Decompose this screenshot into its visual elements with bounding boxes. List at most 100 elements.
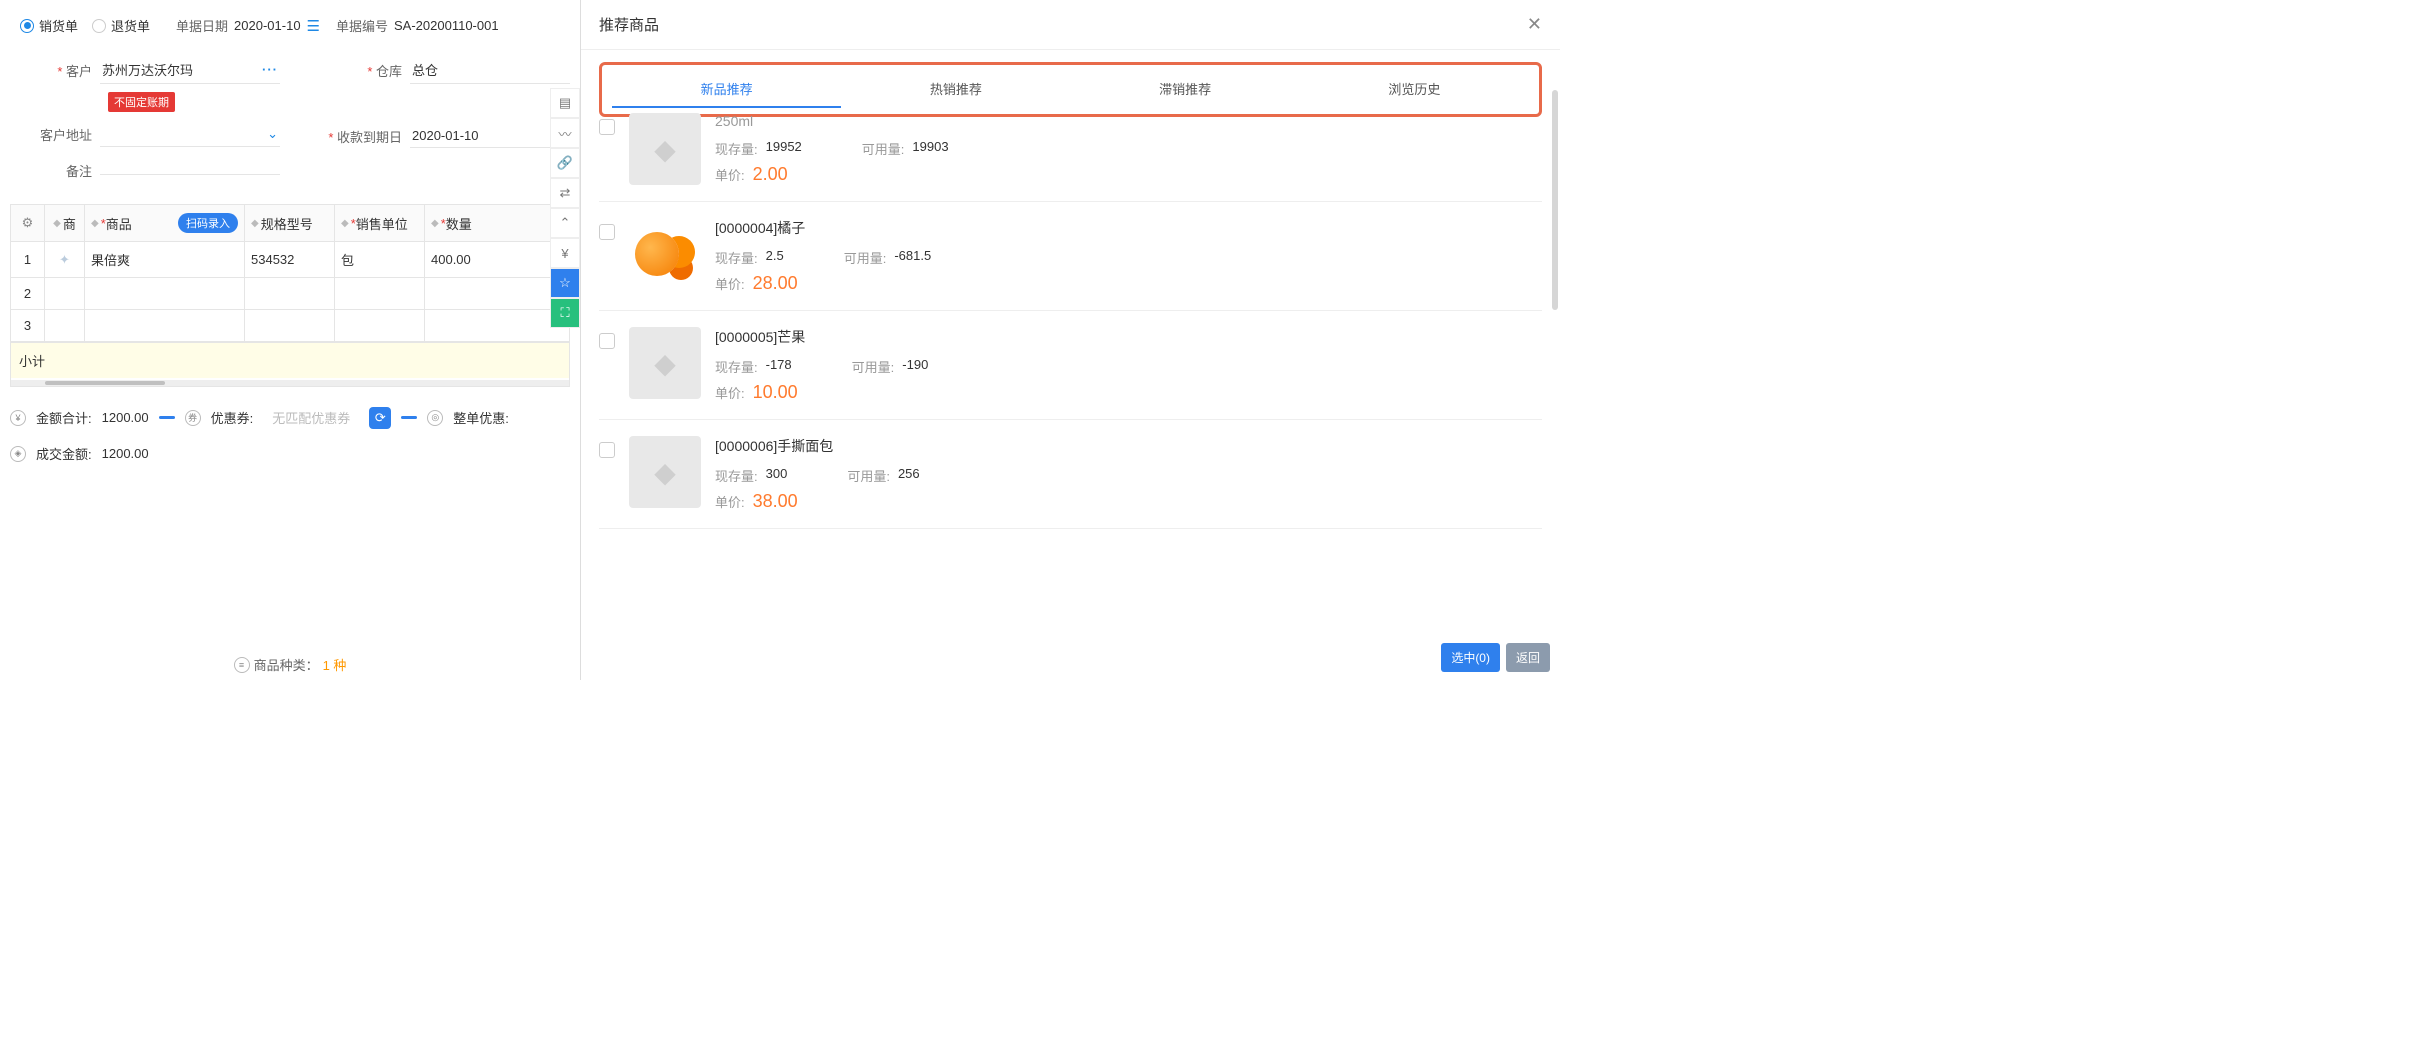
- star-icon[interactable]: ☆: [550, 268, 580, 298]
- due-date-input[interactable]: 2020-01-10: [410, 124, 570, 148]
- discount-icon: ◎: [427, 410, 443, 426]
- sort-icon[interactable]: ◆: [341, 218, 349, 229]
- sort-icon[interactable]: ◆: [91, 218, 99, 229]
- item-name: [0000005]芒果: [715, 327, 1542, 347]
- stock-value: 19952: [766, 139, 802, 158]
- tab-hot-recommend[interactable]: 热销推荐: [841, 71, 1070, 108]
- vertical-scrollbar[interactable]: [1552, 90, 1558, 310]
- item-checkbox[interactable]: [599, 442, 615, 458]
- item-name: [0000004]橘子: [715, 218, 1542, 238]
- due-date-value: 2020-01-10: [412, 128, 479, 143]
- amount-label: 金额合计:: [36, 408, 92, 427]
- radio-selected-icon: [20, 19, 34, 33]
- avail-value: -190: [902, 357, 928, 376]
- avail-label: 可用量:: [844, 248, 887, 267]
- doc-date-label: 单据日期: [176, 16, 228, 35]
- refresh-icon[interactable]: ⟳: [369, 407, 391, 429]
- tab-slow-recommend[interactable]: 滞销推荐: [1071, 71, 1300, 108]
- coupon-input[interactable]: 无匹配优惠券: [263, 403, 359, 432]
- price-value: 10.00: [753, 382, 798, 403]
- product-thumb: ◆: [629, 113, 701, 185]
- avail-value: 256: [898, 466, 920, 485]
- tab-browse-history[interactable]: 浏览历史: [1300, 71, 1529, 108]
- stock-value: 300: [766, 466, 788, 485]
- stock-label: 现存量:: [715, 139, 758, 158]
- link-icon[interactable]: 🔗: [550, 148, 580, 178]
- avail-label: 可用量:: [852, 357, 895, 376]
- tab-sale[interactable]: 销货单: [20, 16, 78, 35]
- item-name: [0000006]手撕面包: [715, 436, 1542, 456]
- list-item: ◆ [0000006]手撕面包 现存量:300 可用量:256 单价:38.00: [599, 420, 1542, 529]
- row-index: 2: [11, 278, 45, 309]
- tab-new-recommend[interactable]: 新品推荐: [612, 71, 841, 108]
- item-name: 250ml: [715, 113, 1542, 129]
- yen-icon: ¥: [10, 410, 26, 426]
- table-row[interactable]: 3: [11, 310, 569, 342]
- cell-unit[interactable]: 包: [335, 242, 425, 277]
- coupon-icon: 券: [185, 410, 201, 426]
- list-item: [0000004]橘子 现存量:2.5 可用量:-681.5 单价:28.00: [599, 202, 1542, 311]
- table-row[interactable]: 2: [11, 278, 569, 310]
- recommend-list: ◆ 250ml 现存量:19952 可用量:19903 单价:2.00 [000…: [581, 113, 1560, 680]
- kind-icon: ≡: [234, 657, 250, 673]
- avail-label: 可用量:: [847, 466, 890, 485]
- whole-discount-label: 整单优惠:: [453, 408, 509, 427]
- minus-icon: [159, 416, 175, 419]
- sort-icon[interactable]: ◆: [431, 218, 439, 229]
- warehouse-label: 仓库: [320, 61, 410, 80]
- amount-value: 1200.00: [102, 410, 149, 425]
- calendar-icon[interactable]: ☰: [307, 17, 320, 35]
- horizontal-scrollbar[interactable]: [11, 380, 569, 386]
- table-row[interactable]: 1 ✦ 果倍爽 534532 包 400.00: [11, 242, 569, 278]
- coupon-label: 优惠券:: [211, 408, 254, 427]
- product-thumb-icon: ✦: [59, 252, 70, 268]
- sort-icon[interactable]: ◆: [251, 218, 259, 229]
- item-checkbox[interactable]: [599, 224, 615, 240]
- cell-spec[interactable]: 534532: [245, 242, 335, 277]
- collapse-icon[interactable]: ⌃: [550, 208, 580, 238]
- col-unit: 销售单位: [356, 214, 408, 233]
- cell-product[interactable]: 果倍爽: [85, 242, 245, 277]
- warehouse-value: 总仓: [412, 60, 438, 79]
- remark-label: 备注: [10, 161, 100, 180]
- expand-icon[interactable]: ⛶: [550, 298, 580, 328]
- list-item: ◆ [0000005]芒果 现存量:-178 可用量:-190 单价:10.00: [599, 311, 1542, 420]
- address-input[interactable]: ⌄: [100, 122, 280, 147]
- close-icon[interactable]: ✕: [1527, 14, 1542, 35]
- chart-icon[interactable]: 〰: [550, 118, 580, 148]
- price-value: 28.00: [753, 273, 798, 294]
- doc-date-value[interactable]: 2020-01-10: [234, 18, 301, 34]
- warehouse-input[interactable]: 总仓: [410, 56, 570, 84]
- customer-input[interactable]: 苏州万达沃尔玛 ···: [100, 56, 280, 84]
- item-checkbox[interactable]: [599, 333, 615, 349]
- price-value: 2.00: [753, 164, 788, 185]
- stock-label: 现存量:: [715, 357, 758, 376]
- avail-label: 可用量:: [862, 139, 905, 158]
- back-button[interactable]: 返回: [1506, 643, 1550, 672]
- row-index: 3: [11, 310, 45, 341]
- currency-icon[interactable]: ¥: [550, 238, 580, 268]
- recommend-tabs: 新品推荐 热销推荐 滞销推荐 浏览历史: [599, 62, 1542, 117]
- cell-qty[interactable]: 400.00: [425, 242, 485, 277]
- sort-icon[interactable]: ◆: [53, 218, 61, 229]
- side-toolbar: ▤ 〰 🔗 ⇄ ⌃ ¥ ☆ ⛶: [550, 88, 580, 328]
- col-product: 商品: [106, 214, 132, 233]
- tab-sale-label: 销货单: [39, 16, 78, 35]
- scan-button[interactable]: 扫码录入: [178, 213, 238, 233]
- remark-input[interactable]: [100, 166, 280, 175]
- swap-icon[interactable]: ⇄: [550, 178, 580, 208]
- subtotal-row: 小计: [11, 342, 569, 378]
- stock-label: 现存量:: [715, 248, 758, 267]
- ellipsis-icon[interactable]: ···: [262, 62, 278, 77]
- row-index: 1: [11, 242, 45, 277]
- stock-value: -178: [766, 357, 792, 376]
- product-thumb: ◆: [629, 436, 701, 508]
- gear-icon[interactable]: ⚙: [22, 215, 34, 231]
- chevron-down-icon[interactable]: ⌄: [267, 126, 278, 142]
- doc-icon[interactable]: ▤: [550, 88, 580, 118]
- col-item-img: 商: [63, 214, 76, 233]
- selected-button[interactable]: 选中(0): [1441, 643, 1500, 672]
- tab-return[interactable]: 退货单: [92, 16, 150, 35]
- address-label: 客户地址: [10, 125, 100, 144]
- item-checkbox[interactable]: [599, 119, 615, 135]
